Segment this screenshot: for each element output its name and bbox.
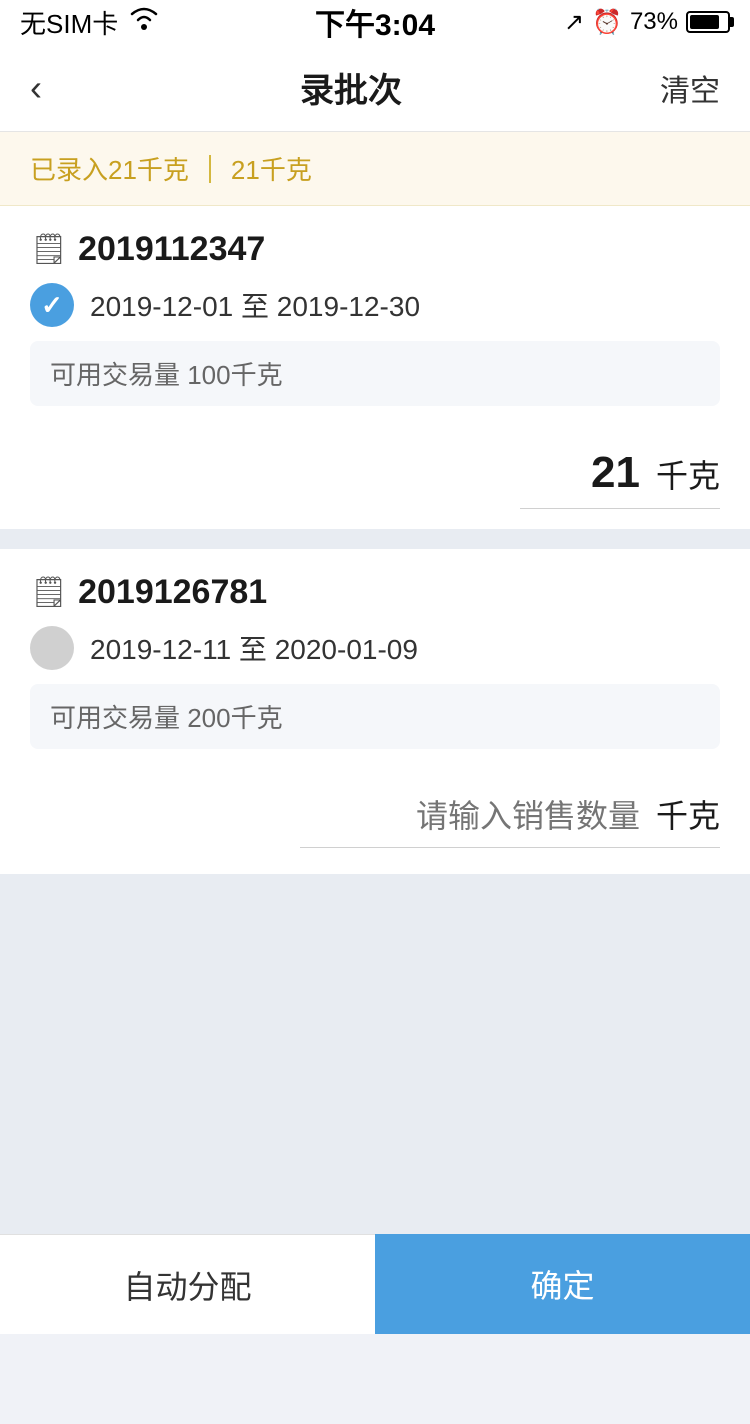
page-title: 录批次 <box>300 63 402 112</box>
amount-number-1: 21 <box>591 448 640 498</box>
batch-row-2: 2019-12-11 至 2020-01-09 <box>30 626 720 670</box>
batch-id-2: 2019126781 <box>78 573 267 612</box>
section-gap <box>0 529 750 549</box>
batch-row-1: ✓ 2019-12-01 至 2019-12-30 <box>30 283 720 327</box>
batch-header-1: 🗒 2019112347 <box>30 230 720 269</box>
availability-text-1: 可用交易量 100千克 <box>50 360 283 390</box>
batch-id-1: 2019112347 <box>78 230 265 269</box>
batch-date-2: 2019-12-11 至 2020-01-09 <box>90 628 418 668</box>
nav-bar: ‹ 录批次 清空 <box>0 44 750 132</box>
batch-doc-icon-1: 🗒 <box>30 232 68 267</box>
back-button[interactable]: ‹ <box>30 67 42 109</box>
status-right: ↗ ⏰ 73% <box>564 8 730 37</box>
input-row-2: 千克 <box>0 775 750 847</box>
battery-icon <box>686 11 730 33</box>
battery-percent: 73% <box>630 8 678 36</box>
confirm-button[interactable]: 确定 <box>375 1234 750 1334</box>
info-banner: 已录入21千克 21千克 <box>0 132 750 206</box>
status-left: 无SIM卡 <box>20 4 160 41</box>
batch-doc-icon-2: 🗒 <box>30 575 68 610</box>
location-icon: ↗ <box>564 8 584 37</box>
batch-date-1: 2019-12-01 至 2019-12-30 <box>90 285 420 325</box>
batch-header-2: 🗒 2019126781 <box>30 573 720 612</box>
bottom-bar: 自动分配 确定 <box>0 1234 750 1334</box>
radio-unselected-2[interactable] <box>30 626 74 670</box>
status-bar: 无SIM卡 下午3:04 ↗ ⏰ 73% <box>0 0 750 44</box>
quantity-input-2[interactable] <box>340 798 640 835</box>
alarm-icon: ⏰ <box>592 8 622 37</box>
auto-distribute-button[interactable]: 自动分配 <box>0 1234 375 1334</box>
recorded-value: 21千克 <box>231 150 312 187</box>
status-time: 下午3:04 <box>315 0 435 44</box>
amount-unit-1: 千克 <box>656 451 720 497</box>
radio-selected-1[interactable]: ✓ <box>30 283 74 327</box>
availability-box-1: 可用交易量 100千克 <box>30 341 720 406</box>
banner-divider <box>209 155 211 183</box>
availability-text-2: 可用交易量 200千克 <box>50 703 283 733</box>
recorded-label: 已录入21千克 <box>30 150 189 187</box>
check-icon-1: ✓ <box>41 290 63 321</box>
amount-row-1: 21 千克 <box>0 432 750 508</box>
carrier-text: 无SIM卡 <box>20 4 118 41</box>
wifi-icon <box>128 6 160 39</box>
availability-box-2: 可用交易量 200千克 <box>30 684 720 749</box>
clear-button[interactable]: 清空 <box>660 66 720 110</box>
batch-card-2: 🗒 2019126781 2019-12-11 至 2020-01-09 可用交… <box>0 549 750 874</box>
input-divider-2 <box>300 847 720 848</box>
batch-card-1: 🗒 2019112347 ✓ 2019-12-01 至 2019-12-30 可… <box>0 206 750 529</box>
input-unit-2: 千克 <box>656 791 720 837</box>
